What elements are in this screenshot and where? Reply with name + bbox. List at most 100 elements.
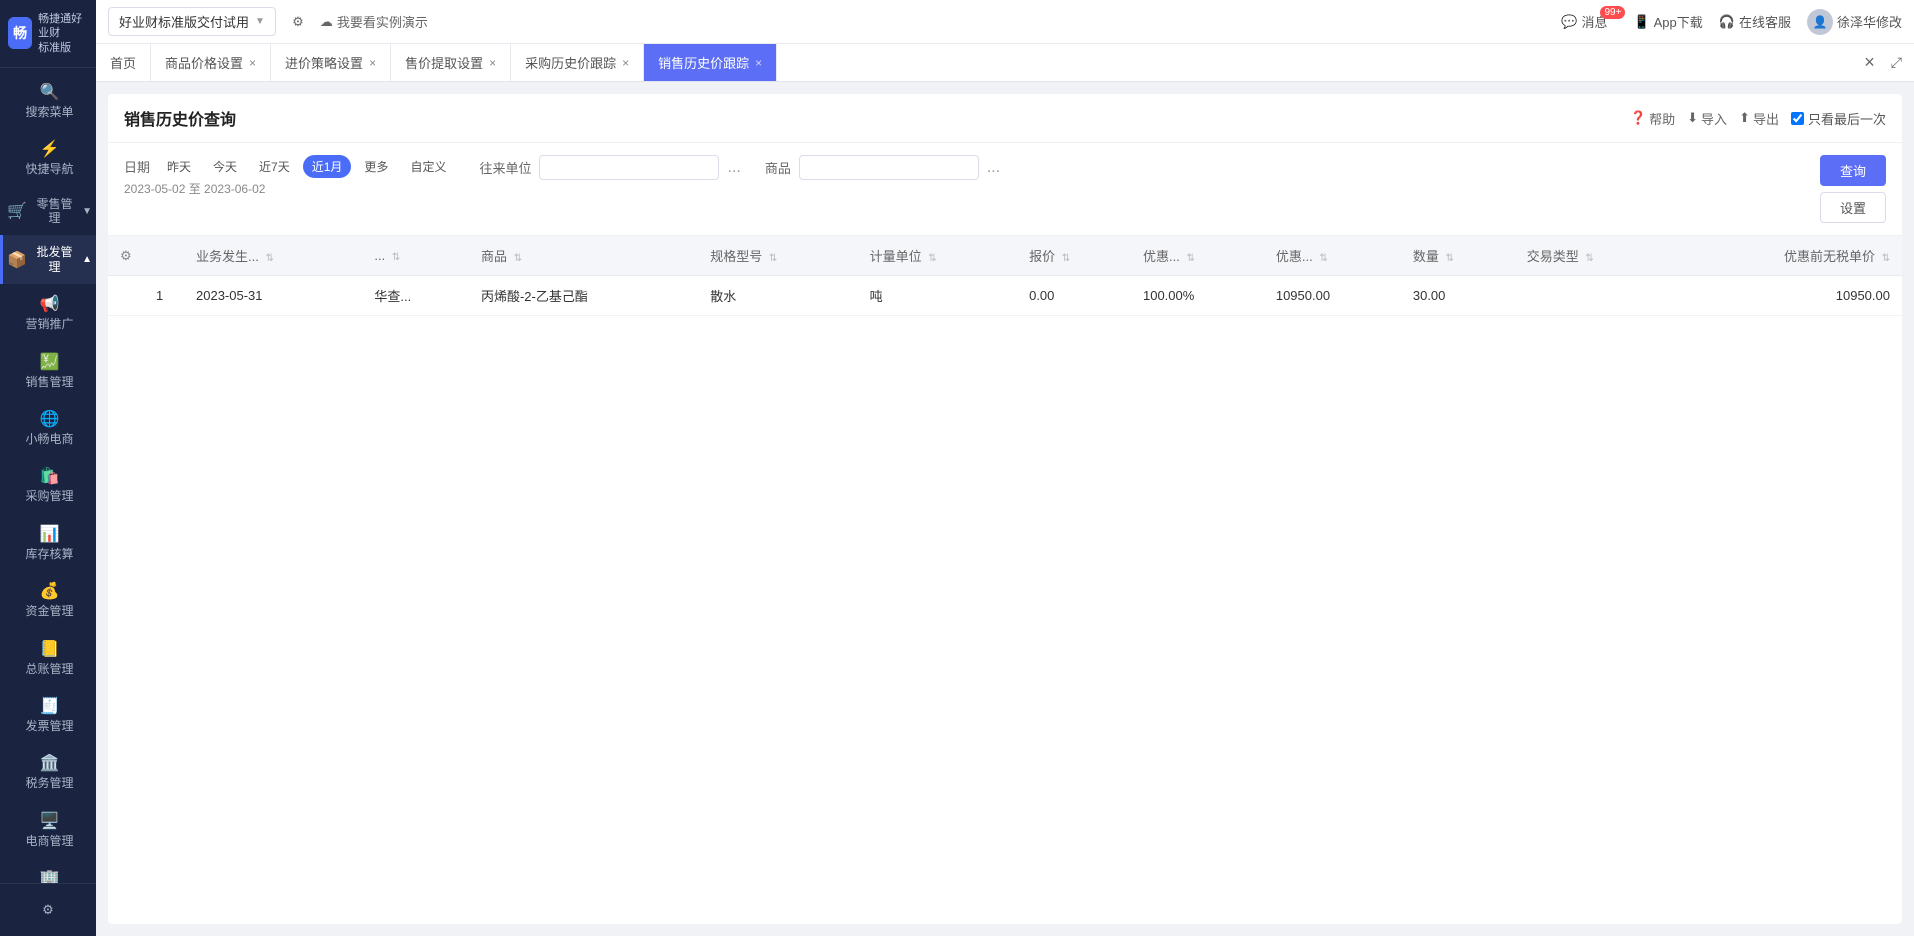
th-settings: ⚙: [108, 236, 144, 276]
sidebar-item-quick-nav[interactable]: ⚡ 快捷导航: [0, 129, 96, 186]
th-date[interactable]: 业务发生... ⇅: [184, 236, 362, 276]
wholesale-icon: 📦: [7, 250, 27, 270]
window-maximize-button[interactable]: ⤢: [1887, 54, 1906, 71]
th-quantity[interactable]: 数量 ⇅: [1401, 236, 1515, 276]
date-yesterday-btn[interactable]: 昨天: [158, 155, 200, 178]
data-table: ⚙ 业务发生... ⇅ ... ⇅: [108, 236, 1902, 316]
general-ledger-icon: 📒: [40, 639, 60, 659]
sort-icon: ⇅: [1446, 253, 1454, 264]
date-today-btn[interactable]: 今天: [204, 155, 246, 178]
demo-link[interactable]: ☁ 我要看实例演示: [320, 12, 428, 31]
row-discount2-cell: 10950.00: [1264, 276, 1401, 316]
import-button[interactable]: ⬇ 导入: [1687, 109, 1727, 128]
th-pretax-price[interactable]: 优惠前无税单价 ⇅: [1674, 236, 1902, 276]
customer-filter-group: 往来单位 ...: [479, 155, 740, 180]
th-discount1[interactable]: 优惠... ⇅: [1131, 236, 1264, 276]
app-download-button[interactable]: 📱 App下载: [1633, 12, 1702, 31]
sidebar-nav: 🔍 搜索菜单 ⚡ 快捷导航 🛒 零售管理 ▼ 📦 批发管理 ▲ 📢 营销推广 💹…: [0, 68, 96, 883]
tab-price-settings[interactable]: 商品价格设置 ×: [151, 44, 271, 82]
date-filter-group: 日期 昨天 今天 近7天 近1月 更多 自定义 2023-05-02 至 202…: [124, 155, 455, 197]
tab-purchase-strategy[interactable]: 进价策略设置 ×: [271, 44, 391, 82]
date-last1m-btn[interactable]: 近1月: [303, 155, 352, 178]
online-service-button[interactable]: 🎧 在线客服: [1719, 12, 1791, 31]
product-input[interactable]: [799, 155, 979, 180]
inventory-icon: 📊: [40, 524, 60, 544]
gear-icon: ⚙: [292, 14, 304, 30]
th-transaction-type[interactable]: 交易类型 ⇅: [1515, 236, 1674, 276]
sort-icon: ⇅: [769, 253, 777, 264]
th-unit[interactable]: 计量单位 ⇅: [858, 236, 1017, 276]
sidebar-item-retail[interactable]: 🛒 零售管理 ▼: [0, 187, 96, 236]
product-filter-group: 商品 ...: [765, 155, 1000, 180]
sidebar-item-general-ledger[interactable]: 📒 总账管理: [0, 629, 96, 686]
only-last-checkbox-input[interactable]: [1791, 112, 1804, 125]
header-settings-button[interactable]: ⚙: [284, 8, 312, 36]
sidebar-item-invoice[interactable]: 🧾 发票管理: [0, 686, 96, 743]
tax-icon: 🏛️: [40, 753, 60, 773]
date-more-btn[interactable]: 更多: [355, 155, 397, 178]
sidebar-item-inventory[interactable]: 📊 库存核算: [0, 514, 96, 571]
date-custom-btn[interactable]: 自定义: [401, 155, 455, 178]
table-gear-icon[interactable]: ⚙: [120, 248, 132, 263]
sidebar-item-fixed-assets[interactable]: 🏢 固定资产: [0, 858, 96, 883]
row-price-cell: 0.00: [1017, 276, 1131, 316]
row-quantity-cell: 30.00: [1401, 276, 1515, 316]
tab-sales-history[interactable]: 销售历史价跟踪 ×: [644, 44, 777, 82]
page-header: 销售历史价查询 ❓ 帮助 ⬇ 导入 ⬆ 导出: [108, 94, 1902, 143]
top-header: 好业财标准版交付试用 ▼ ⚙ ☁ 我要看实例演示 💬 消息 99+ 📱 App下…: [96, 0, 1914, 44]
sort-icon: ⇅: [1186, 253, 1194, 264]
tab-selector-text: 好业财标准版交付试用: [119, 12, 249, 31]
tab-close-icon[interactable]: ×: [755, 56, 762, 70]
sidebar-item-wholesale[interactable]: 📦 批发管理 ▲: [0, 235, 96, 284]
customer-input[interactable]: [539, 155, 719, 180]
sidebar-item-search[interactable]: 🔍 搜索菜单: [0, 72, 96, 129]
sort-icon: ⇅: [1062, 253, 1070, 264]
wholesale-arrow-icon: ▲: [82, 254, 92, 265]
sales-icon: 💹: [40, 352, 60, 372]
query-button[interactable]: 查询: [1820, 155, 1886, 186]
row-transaction-type-cell: [1515, 276, 1674, 316]
chevron-down-icon: ▼: [255, 16, 265, 27]
row-discount1-cell: 100.00%: [1131, 276, 1264, 316]
user-info[interactable]: 👤 徐泽华修改: [1807, 9, 1902, 35]
sidebar-item-tax[interactable]: 🏛️ 税务管理: [0, 743, 96, 800]
window-close-button[interactable]: ×: [1858, 52, 1881, 73]
sidebar-settings-button[interactable]: ⚙: [0, 894, 96, 926]
avatar: 👤: [1807, 9, 1833, 35]
tab-selector[interactable]: 好业财标准版交付试用 ▼: [108, 7, 276, 36]
export-button[interactable]: ⬆ 导出: [1739, 109, 1779, 128]
sidebar-item-purchase[interactable]: 🛍️ 采购管理: [0, 456, 96, 513]
customer-dots-button[interactable]: ...: [727, 159, 740, 177]
th-discount2[interactable]: 优惠... ⇅: [1264, 236, 1401, 276]
help-button[interactable]: ❓ 帮助: [1630, 109, 1675, 128]
sidebar-item-ecommerce[interactable]: 🖥️ 电商管理: [0, 801, 96, 858]
sidebar-item-sales[interactable]: 💹 销售管理: [0, 342, 96, 399]
retail-arrow-icon: ▼: [82, 206, 92, 217]
th-price[interactable]: 报价 ⇅: [1017, 236, 1131, 276]
sort-icon: ⇅: [392, 252, 400, 263]
product-dots-button[interactable]: ...: [987, 159, 1000, 177]
tab-purchase-history[interactable]: 采购历史价跟踪 ×: [511, 44, 644, 82]
th-more[interactable]: ... ⇅: [362, 236, 469, 276]
sidebar-item-finance[interactable]: 💰 资金管理: [0, 571, 96, 628]
sidebar-item-ecommerce-small[interactable]: 🌐 小畅电商: [0, 399, 96, 456]
finance-icon: 💰: [40, 581, 60, 601]
tab-close-icon[interactable]: ×: [489, 56, 496, 70]
message-icon: 💬: [1561, 14, 1577, 30]
tab-home[interactable]: 首页: [96, 44, 151, 82]
only-last-checkbox-label[interactable]: 只看最后一次: [1791, 109, 1886, 128]
tab-price-extract[interactable]: 售价提取设置 ×: [391, 44, 511, 82]
th-no: [144, 236, 184, 276]
row-unit-cell: 吨: [858, 276, 1017, 316]
sidebar-item-marketing[interactable]: 📢 营销推广: [0, 284, 96, 341]
tab-close-icon[interactable]: ×: [622, 56, 629, 70]
message-button[interactable]: 💬 消息 99+: [1561, 12, 1617, 31]
date-last7-btn[interactable]: 近7天: [250, 155, 299, 178]
date-options: 昨天 今天 近7天 近1月 更多 自定义: [158, 155, 455, 178]
th-product[interactable]: 商品 ⇅: [469, 236, 698, 276]
tab-close-icon[interactable]: ×: [249, 56, 256, 70]
sort-icon: ⇅: [1882, 253, 1890, 264]
th-spec[interactable]: 规格型号 ⇅: [698, 236, 857, 276]
filter-settings-button[interactable]: 设置: [1820, 192, 1886, 223]
tab-close-icon[interactable]: ×: [369, 56, 376, 70]
